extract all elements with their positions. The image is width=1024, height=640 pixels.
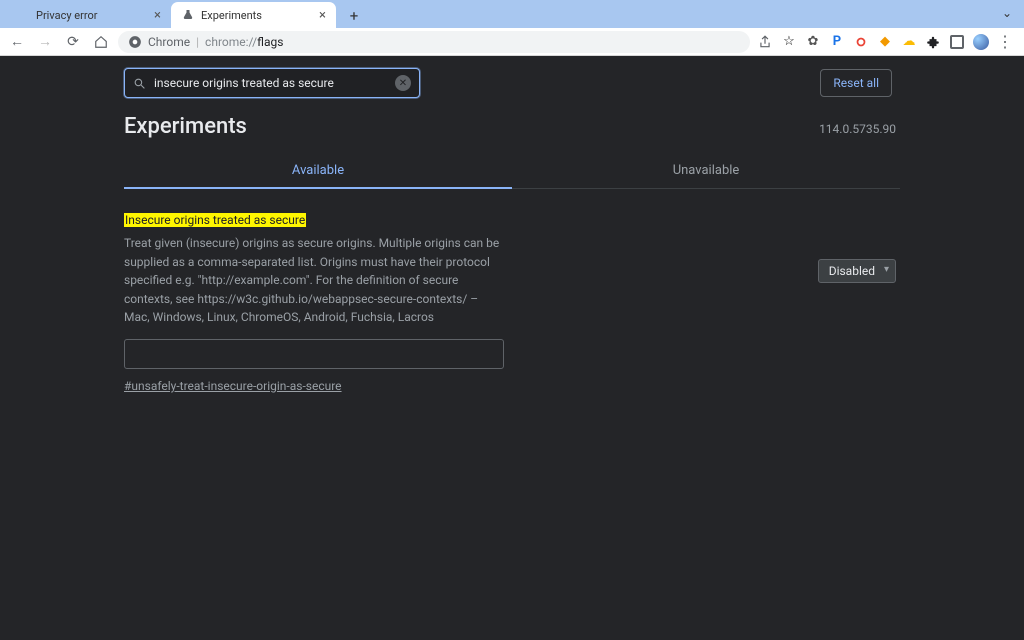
clear-search-button[interactable]: ✕ — [395, 75, 411, 91]
back-button[interactable]: ← — [6, 31, 28, 53]
flag-description: Treat given (insecure) origins as secure… — [124, 234, 504, 327]
share-icon[interactable] — [756, 33, 774, 51]
omnibox-path: chrome://flags — [205, 35, 283, 49]
tab-available[interactable]: Available — [124, 153, 512, 188]
tab-experiments[interactable]: Experiments × — [171, 2, 336, 28]
flags-search-input[interactable] — [154, 76, 395, 90]
close-icon[interactable]: × — [319, 8, 326, 23]
side-panel-icon[interactable] — [948, 33, 966, 51]
tab-unavailable[interactable]: Unavailable — [512, 153, 900, 188]
toolbar: ← → ⟳ Chrome | chrome://flags ☆ ✿ P ◆ ☁ — [0, 28, 1024, 56]
bookmark-star-icon[interactable]: ☆ — [780, 33, 798, 51]
flag-tabs: Available Unavailable — [124, 153, 900, 189]
omnibox-prefix: Chrome — [148, 35, 190, 49]
flag-state-select[interactable]: Disabled — [818, 259, 896, 283]
toolbar-right: ☆ ✿ P ◆ ☁ ⋮ — [756, 33, 1018, 51]
favicon-blank — [16, 8, 30, 22]
extension-icon-1[interactable]: ✿ — [804, 33, 822, 51]
tabs-overflow-button[interactable]: ⌄ — [1002, 6, 1012, 20]
search-icon — [133, 77, 146, 90]
browser-chrome: Privacy error × Experiments × + ⌄ ← → ⟳ … — [0, 0, 1024, 56]
profile-avatar[interactable] — [972, 33, 990, 51]
forward-button[interactable]: → — [34, 31, 56, 53]
home-button[interactable] — [90, 31, 112, 53]
chrome-icon — [128, 35, 142, 49]
extension-icon-2[interactable]: P — [828, 33, 846, 51]
chrome-menu-button[interactable]: ⋮ — [996, 33, 1014, 51]
extension-icon-4[interactable]: ◆ — [876, 33, 894, 51]
close-icon[interactable]: × — [154, 8, 161, 23]
tab-strip: Privacy error × Experiments × + ⌄ — [0, 0, 1024, 28]
tab-title: Experiments — [201, 9, 262, 22]
page-body: ✕ Reset all Experiments 114.0.5735.90 Av… — [0, 56, 1024, 640]
page-title: Experiments — [124, 114, 247, 139]
scrollbar[interactable] — [1012, 56, 1024, 640]
chrome-version: 114.0.5735.90 — [819, 122, 896, 136]
flag-title: Insecure origins treated as secure — [124, 213, 306, 227]
new-tab-button[interactable]: + — [342, 4, 366, 28]
tab-privacy-error[interactable]: Privacy error × — [6, 2, 171, 28]
omnibox[interactable]: Chrome | chrome://flags — [118, 31, 750, 53]
flag-item: Insecure origins treated as secure Treat… — [124, 189, 900, 394]
reload-button[interactable]: ⟳ — [62, 31, 84, 53]
flag-anchor-link[interactable]: #unsafely-treat-insecure-origin-as-secur… — [124, 379, 342, 393]
flask-icon — [181, 8, 195, 22]
flag-origins-input[interactable] — [124, 339, 504, 369]
flags-search-box[interactable]: ✕ — [124, 68, 420, 98]
omnibox-separator: | — [196, 35, 199, 49]
tab-title: Privacy error — [36, 9, 97, 22]
extension-icon-5[interactable]: ☁ — [900, 33, 918, 51]
extensions-puzzle-icon[interactable] — [924, 33, 942, 51]
reset-all-button[interactable]: Reset all — [820, 69, 892, 97]
extension-icon-3[interactable] — [852, 33, 870, 51]
